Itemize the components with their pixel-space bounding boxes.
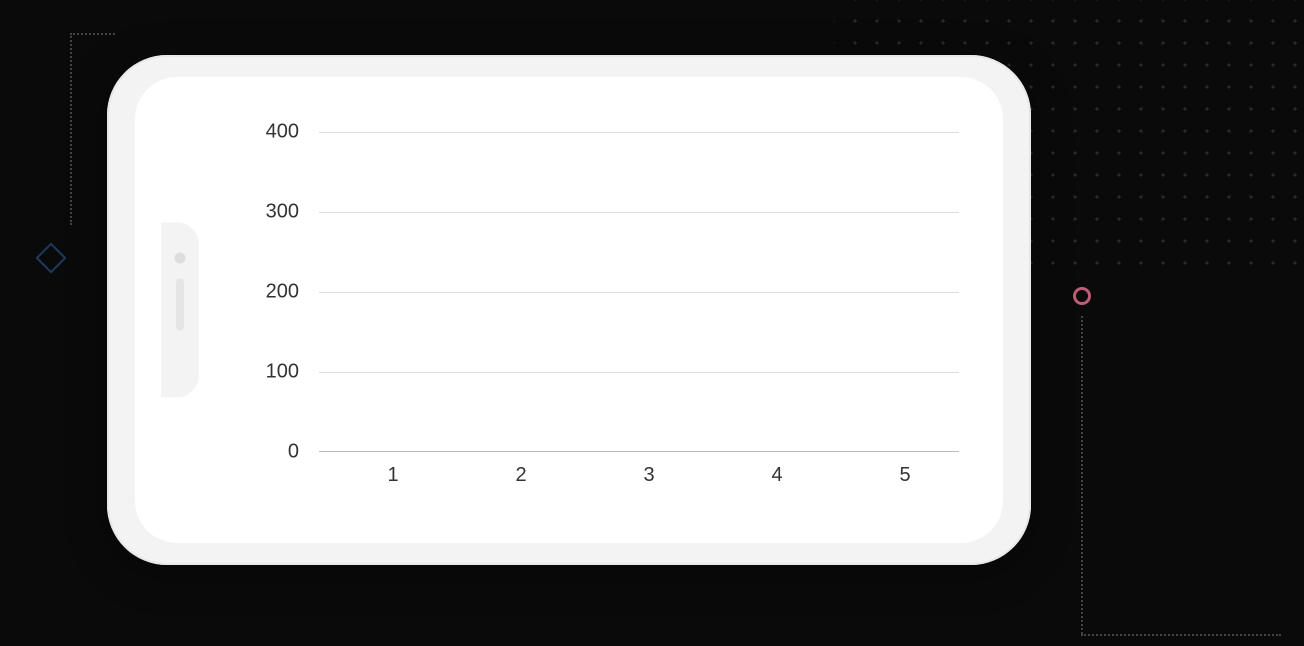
camera-icon (175, 253, 186, 264)
x-axis: 1 2 3 4 5 (319, 464, 959, 494)
x-tick-label: 1 (387, 464, 398, 487)
y-tick-label: 100 (241, 361, 299, 384)
bar-groups (319, 132, 959, 452)
y-tick-label: 200 (241, 281, 299, 304)
dotted-connector-left (70, 33, 72, 225)
ring-icon (1073, 287, 1091, 305)
x-tick-label: 5 (899, 464, 910, 487)
phone-device-frame: 400 300 200 100 0 1 2 3 4 5 (107, 55, 1031, 565)
x-tick-label: 2 (515, 464, 526, 487)
speaker-icon (176, 279, 184, 331)
y-tick-label: 300 (241, 201, 299, 224)
x-tick-label: 4 (771, 464, 782, 487)
dotted-connector-right (1081, 316, 1083, 634)
y-tick-label: 400 (241, 121, 299, 144)
plot-area (319, 132, 959, 452)
phone-notch (161, 223, 199, 398)
diamond-icon (35, 242, 66, 273)
y-axis: 400 300 200 100 0 (241, 132, 299, 452)
bar-chart: 400 300 200 100 0 1 2 3 4 5 (241, 132, 981, 532)
dotted-connector-bottom (1081, 634, 1281, 636)
x-tick-label: 3 (643, 464, 654, 487)
phone-screen: 400 300 200 100 0 1 2 3 4 5 (135, 77, 1003, 543)
y-tick-label: 0 (241, 441, 299, 464)
dotted-connector-top (70, 33, 115, 35)
